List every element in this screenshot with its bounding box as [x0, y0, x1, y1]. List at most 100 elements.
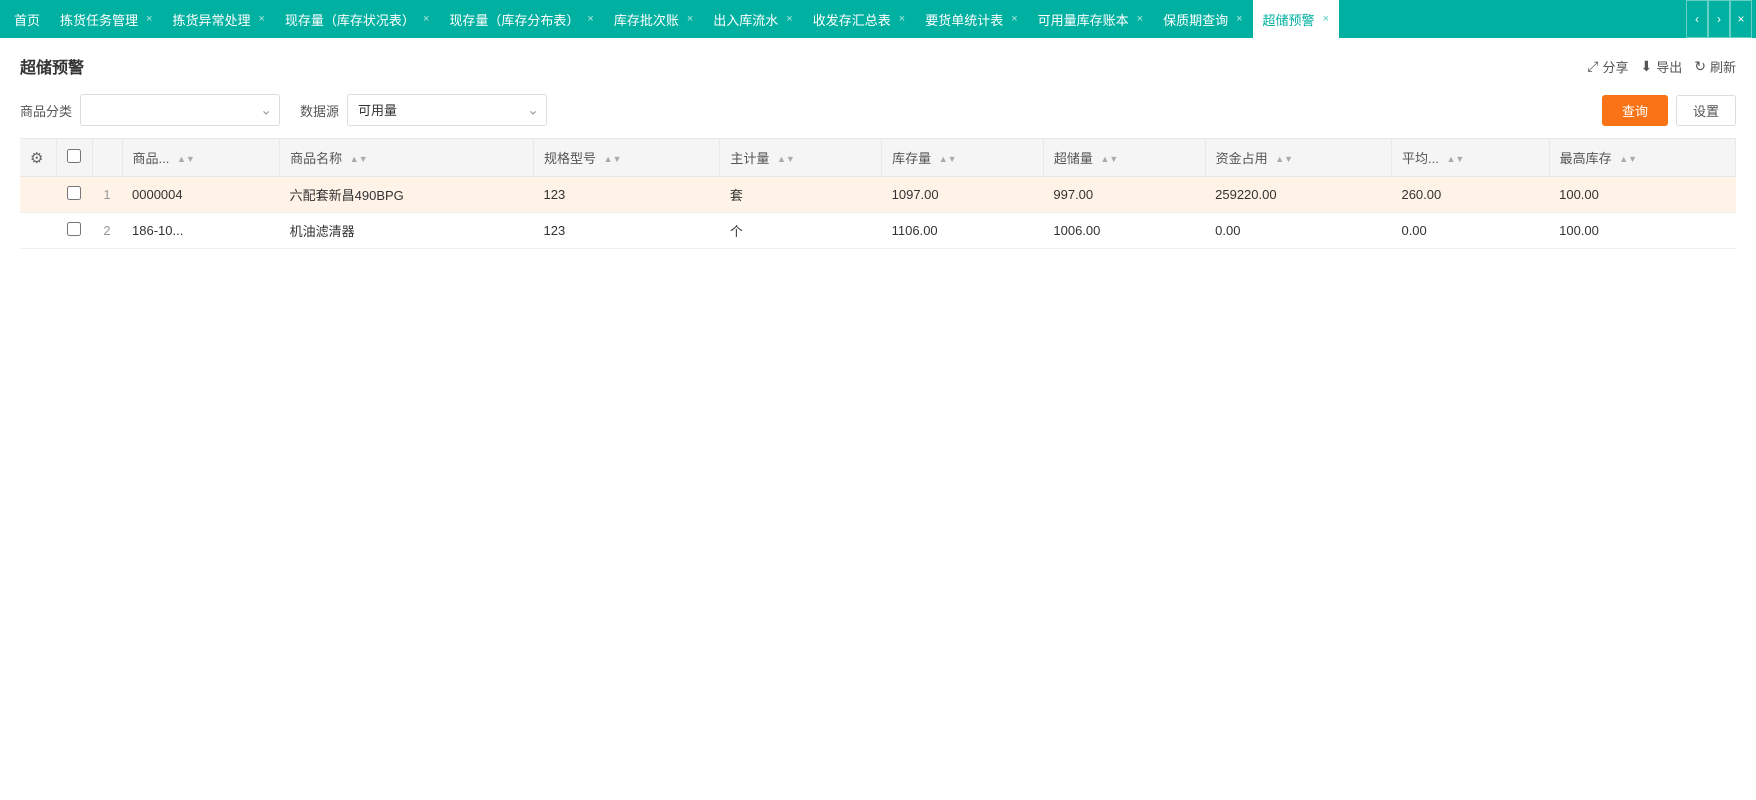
- col-avg-label: 平均...: [1402, 151, 1439, 166]
- row-gear-1: [20, 213, 56, 249]
- category-filter: 商品分类: [20, 94, 280, 126]
- nav-home[interactable]: 首页: [4, 0, 50, 38]
- col-stock[interactable]: 库存量 ▲▼: [882, 139, 1044, 177]
- col-spec-label: 规格型号: [544, 151, 596, 166]
- nav-summary[interactable]: 收发存汇总表 ×: [803, 0, 915, 38]
- nav-batch-account[interactable]: 库存批次账 ×: [604, 0, 703, 38]
- col-capital[interactable]: 资金占用 ▲▼: [1205, 139, 1391, 177]
- nav-task-mgmt[interactable]: 拣货任务管理 ×: [50, 0, 162, 38]
- nav-summary-close[interactable]: ×: [899, 13, 905, 25]
- export-icon: ⬇: [1641, 58, 1653, 75]
- sort-code-icon: ▲▼: [177, 155, 195, 164]
- nav-stock-dist-label: 现存量（库存分布表）: [449, 10, 579, 29]
- row-name-0: 六配套新昌490BPG: [280, 177, 534, 213]
- nav-available-stock[interactable]: 可用量库存账本 ×: [1028, 0, 1153, 38]
- nav-exception[interactable]: 拣货异常处理 ×: [162, 0, 274, 38]
- nav-inout-flow-close[interactable]: ×: [786, 13, 792, 25]
- col-spec[interactable]: 规格型号 ▲▼: [534, 139, 720, 177]
- query-button[interactable]: 查询: [1602, 95, 1668, 126]
- col-avg[interactable]: 平均... ▲▼: [1391, 139, 1549, 177]
- nav-order-stats[interactable]: 要货单统计表 ×: [915, 0, 1027, 38]
- row-num-0: 1: [92, 177, 122, 213]
- nav-overstock[interactable]: 超储预警 ×: [1253, 0, 1339, 38]
- nav-stock-dist[interactable]: 现存量（库存分布表） ×: [439, 0, 603, 38]
- nav-inout-flow-label: 出入库流水: [713, 10, 778, 29]
- category-select[interactable]: [80, 94, 280, 126]
- export-label: 导出: [1656, 57, 1682, 76]
- share-button[interactable]: ⤢ 分享: [1587, 57, 1628, 76]
- row-code-1: 186-10...: [122, 213, 280, 249]
- filter-actions: 查询 设置: [1602, 95, 1736, 126]
- nav-next-arrow[interactable]: ›: [1708, 0, 1730, 38]
- export-button[interactable]: ⬇ 导出: [1641, 57, 1683, 76]
- row-spec-1: 123: [534, 213, 720, 249]
- nav-expiry-label: 保质期查询: [1163, 10, 1228, 29]
- table-header: ⚙ 商品... ▲▼ 商品名称 ▲▼ 规格型号 ▲▼: [20, 139, 1736, 177]
- row-capital-0: 259220.00: [1205, 177, 1391, 213]
- gear-icon[interactable]: ⚙: [30, 150, 43, 167]
- datasource-filter: 数据源 可用量 库存量: [300, 94, 547, 126]
- table-body: 1 0000004 六配套新昌490BPG 123 套 1097.00 997.…: [20, 177, 1736, 249]
- nav-exception-close[interactable]: ×: [258, 13, 264, 25]
- col-stock-label: 库存量: [892, 151, 931, 166]
- col-name-label: 商品名称: [290, 151, 342, 166]
- page-content: 超储预警 ⤢ 分享 ⬇ 导出 ↻ 刷新 商品分类: [0, 38, 1756, 800]
- header-row: ⚙ 商品... ▲▼ 商品名称 ▲▼ 规格型号 ▲▼: [20, 139, 1736, 177]
- col-unit[interactable]: 主计量 ▲▼: [720, 139, 882, 177]
- row-spec-0: 123: [534, 177, 720, 213]
- title-actions: ⤢ 分享 ⬇ 导出 ↻ 刷新: [1587, 57, 1736, 76]
- nav-exception-label: 拣货异常处理: [172, 10, 250, 29]
- select-all-checkbox[interactable]: [67, 149, 81, 163]
- sort-unit-icon: ▲▼: [777, 155, 795, 164]
- col-code-label: 商品...: [133, 151, 170, 166]
- row-name-1: 机油滤清器: [280, 213, 534, 249]
- row-unit-0: 套: [720, 177, 882, 213]
- nav-batch-account-close[interactable]: ×: [687, 13, 693, 25]
- gear-header[interactable]: ⚙: [20, 139, 56, 177]
- col-code[interactable]: 商品... ▲▼: [122, 139, 280, 177]
- row-select-0[interactable]: [67, 186, 81, 200]
- nav-more-arrow[interactable]: ×: [1730, 0, 1752, 38]
- row-avg-1: 0.00: [1391, 213, 1549, 249]
- sort-maxstock-icon: ▲▼: [1619, 155, 1637, 164]
- row-num-1: 2: [92, 213, 122, 249]
- col-rownum: [92, 139, 122, 177]
- nav-order-stats-label: 要货单统计表: [925, 10, 1003, 29]
- refresh-button[interactable]: ↻ 刷新: [1694, 57, 1736, 76]
- nav-prev-arrow[interactable]: ‹: [1686, 0, 1708, 38]
- col-maxstock[interactable]: 最高库存 ▲▼: [1549, 139, 1735, 177]
- checkbox-header[interactable]: [56, 139, 92, 177]
- nav-inout-flow[interactable]: 出入库流水 ×: [703, 0, 802, 38]
- nav-stock-status[interactable]: 现存量（库存状况表） ×: [275, 0, 439, 38]
- col-overstock[interactable]: 超储量 ▲▼: [1043, 139, 1205, 177]
- nav-overstock-close[interactable]: ×: [1323, 13, 1329, 25]
- datasource-select[interactable]: 可用量 库存量: [347, 94, 547, 126]
- row-maxstock-1: 100.00: [1549, 213, 1735, 249]
- row-checkbox-1[interactable]: [56, 213, 92, 249]
- table-row: 1 0000004 六配套新昌490BPG 123 套 1097.00 997.…: [20, 177, 1736, 213]
- nav-stock-dist-close[interactable]: ×: [587, 13, 593, 25]
- datasource-select-wrapper: 可用量 库存量: [347, 94, 547, 126]
- row-checkbox-0[interactable]: [56, 177, 92, 213]
- nav-expiry-close[interactable]: ×: [1236, 13, 1242, 25]
- nav-task-mgmt-close[interactable]: ×: [146, 13, 152, 25]
- nav-batch-account-label: 库存批次账: [614, 10, 679, 29]
- settings-button[interactable]: 设置: [1676, 95, 1736, 126]
- nav-available-stock-close[interactable]: ×: [1137, 13, 1143, 25]
- nav-expiry[interactable]: 保质期查询 ×: [1153, 0, 1252, 38]
- col-name[interactable]: 商品名称 ▲▼: [280, 139, 534, 177]
- row-stock-1: 1106.00: [882, 213, 1044, 249]
- topbar: 首页 拣货任务管理 × 拣货异常处理 × 现存量（库存状况表） × 现存量（库存…: [0, 0, 1756, 38]
- topbar-nav-arrows: ‹ › ×: [1686, 0, 1752, 38]
- row-select-1[interactable]: [67, 222, 81, 236]
- col-unit-label: 主计量: [730, 151, 769, 166]
- col-overstock-label: 超储量: [1054, 151, 1093, 166]
- refresh-icon: ↻: [1694, 58, 1706, 75]
- nav-order-stats-close[interactable]: ×: [1011, 13, 1017, 25]
- row-overstock-0: 997.00: [1043, 177, 1205, 213]
- nav-stock-status-close[interactable]: ×: [423, 13, 429, 25]
- table-row: 2 186-10... 机油滤清器 123 个 1106.00 1006.00 …: [20, 213, 1736, 249]
- data-table: ⚙ 商品... ▲▼ 商品名称 ▲▼ 规格型号 ▲▼: [20, 138, 1736, 249]
- nav-overstock-label: 超储预警: [1263, 10, 1315, 29]
- share-label: 分享: [1602, 57, 1628, 76]
